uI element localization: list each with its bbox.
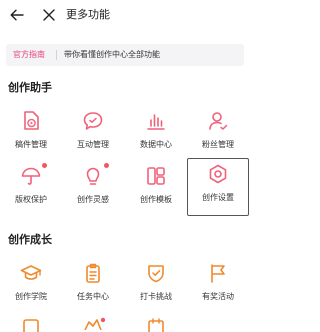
flag-icon xyxy=(211,264,225,283)
bar-chart-icon xyxy=(147,114,165,130)
shield-check-icon xyxy=(148,265,164,283)
guide-tag: 官方指南 xyxy=(13,50,45,59)
tool-copyright-protection[interactable]: 版权保护 xyxy=(0,160,62,218)
tool-label: 稿件管理 xyxy=(15,140,47,149)
tool-creation-settings[interactable]: 创作设置 xyxy=(187,158,249,216)
top-bar: 更多功能 xyxy=(0,0,250,32)
tool-creation-academy[interactable]: 创作学院 xyxy=(0,257,62,315)
section-title-creation-assistant: 创作助手 xyxy=(8,81,52,94)
template-grid-icon xyxy=(147,167,165,185)
tool-label: 打卡挑战 xyxy=(140,292,172,301)
tool-label: 数据中心 xyxy=(140,140,172,149)
page-title: 更多功能 xyxy=(66,8,110,21)
partial-row-icon xyxy=(23,319,39,332)
tool-label: 版权保护 xyxy=(15,195,47,204)
notification-dot xyxy=(42,163,47,168)
clipboard-icon xyxy=(86,263,100,283)
guide-description: 带你看懂创作中心全部功能 xyxy=(64,50,160,59)
chat-bubble-icon xyxy=(83,112,103,130)
tool-checkin-challenge[interactable]: 打卡挑战 xyxy=(125,257,187,315)
lightbulb-icon xyxy=(86,167,100,185)
partial-row-icon xyxy=(84,317,105,330)
arrow-left-icon[interactable] xyxy=(9,7,25,23)
section-title-creation-growth: 创作成长 xyxy=(8,233,52,246)
close-icon[interactable] xyxy=(42,8,56,22)
tool-label: 创作学院 xyxy=(15,292,47,301)
graduation-cap-icon xyxy=(20,265,42,280)
tool-interaction-management[interactable]: 互动管理 xyxy=(62,105,124,163)
tool-manuscript-management[interactable]: 稿件管理 xyxy=(0,105,62,163)
tool-data-center[interactable]: 数据中心 xyxy=(125,105,187,163)
umbrella-icon xyxy=(21,167,41,185)
guide-separator xyxy=(56,50,57,60)
partial-row-icon xyxy=(148,318,164,332)
tool-creative-inspiration[interactable]: 创作灵感 xyxy=(62,160,124,218)
official-guide-banner[interactable]: 官方指南 带你看懂创作中心全部功能 xyxy=(6,44,244,66)
file-play-icon xyxy=(24,111,39,130)
tool-creation-templates[interactable]: 创作模板 xyxy=(125,160,187,218)
tool-prize-activities[interactable]: 有奖活动 xyxy=(187,257,249,315)
tool-label: 互动管理 xyxy=(77,140,109,149)
tool-fan-management[interactable]: 粉丝管理 xyxy=(187,105,249,163)
tool-task-center[interactable]: 任务中心 xyxy=(62,257,124,315)
user-icon xyxy=(209,112,228,130)
tool-label: 创作模板 xyxy=(140,195,172,204)
settings-hexagon-icon xyxy=(209,164,227,184)
tool-label: 任务中心 xyxy=(77,292,109,301)
tool-label: 创作设置 xyxy=(202,193,234,202)
notification-dot xyxy=(104,163,109,168)
tool-label: 创作灵感 xyxy=(77,195,109,204)
tool-label: 粉丝管理 xyxy=(202,140,234,149)
tool-label: 有奖活动 xyxy=(202,292,234,301)
